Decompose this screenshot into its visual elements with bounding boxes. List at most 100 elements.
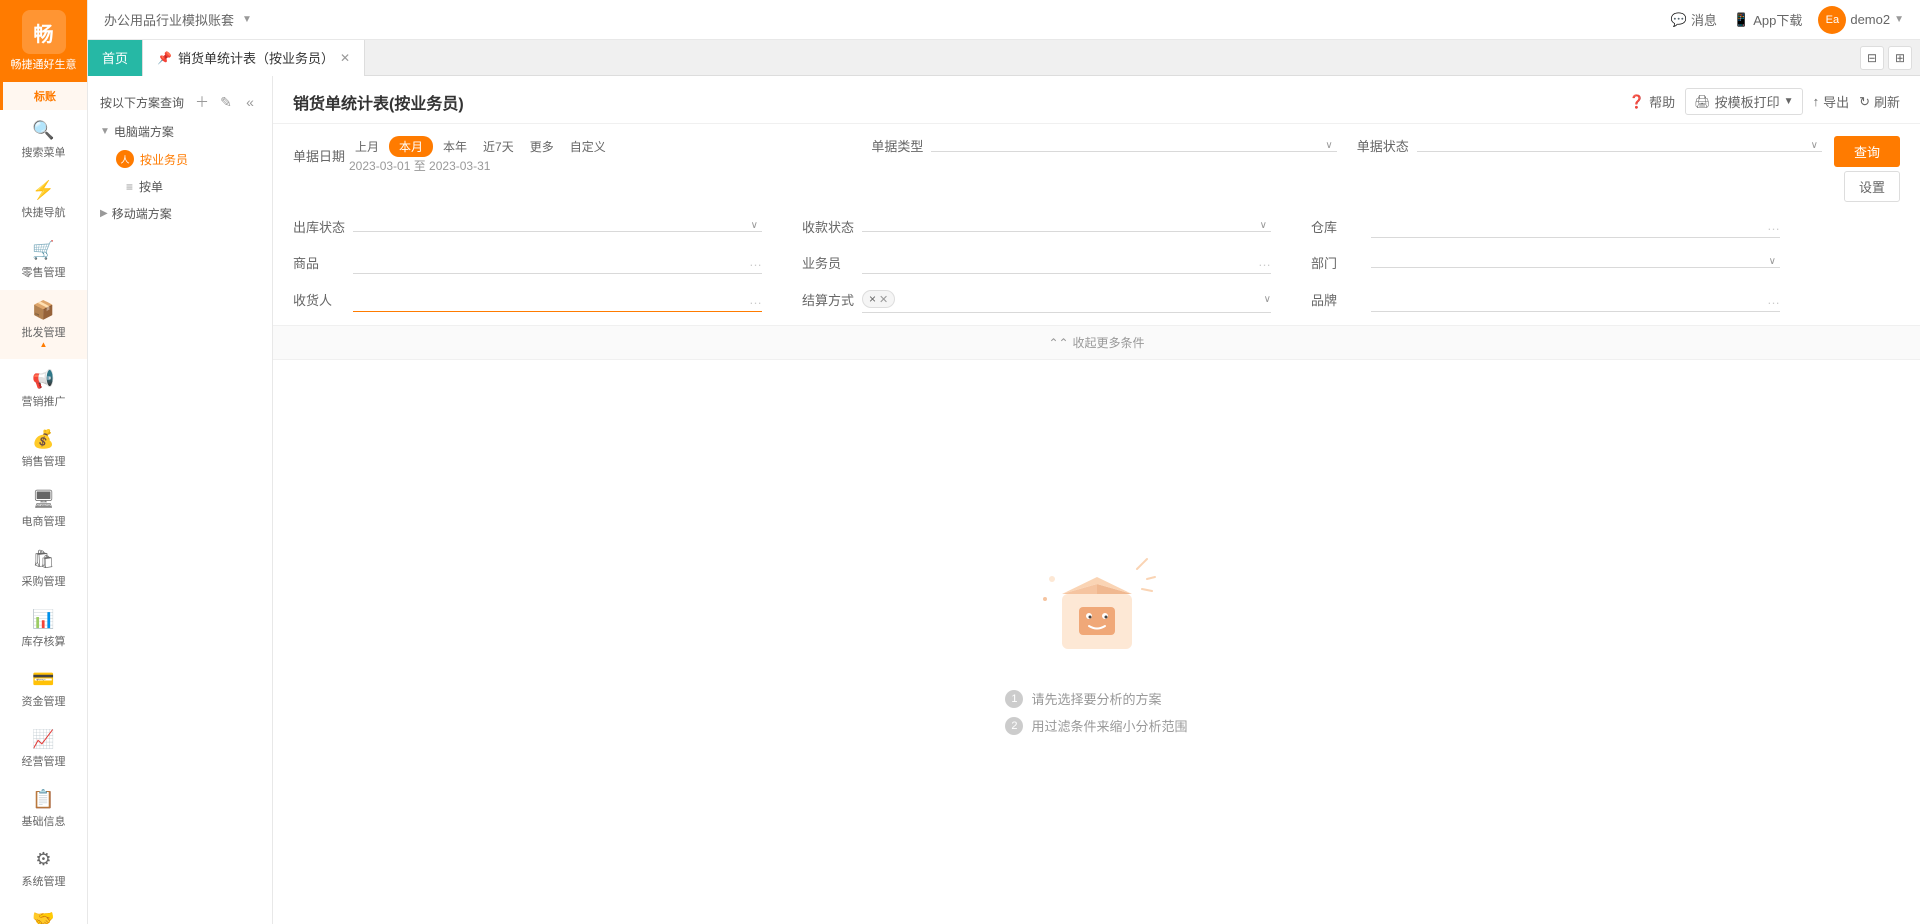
export-label: 导出 — [1823, 92, 1849, 111]
brand-more[interactable]: … — [1767, 292, 1780, 307]
sidebar-item-search[interactable]: 🔍 搜索菜单 — [0, 110, 87, 170]
pc-group-header[interactable]: ▼ 电脑端方案 — [88, 118, 272, 145]
sidebar-ecommerce-label: 电商管理 — [22, 513, 66, 529]
subitem-icon: ≡ — [126, 180, 133, 194]
collapse-panel-btn[interactable]: « — [240, 92, 260, 112]
date-label: 单据日期 — [293, 146, 349, 165]
dept-arrow: ∨ — [1769, 256, 1776, 267]
message-btn[interactable]: 💬 消息 — [1671, 10, 1717, 29]
date-btn-this-year[interactable]: 本年 — [437, 136, 473, 157]
setting-button[interactable]: 设置 — [1844, 171, 1900, 202]
filter-row-2: 出库状态 ∨ 收款状态 ∨ — [293, 214, 1900, 238]
consignee-control[interactable]: … — [353, 288, 762, 312]
brand-control[interactable]: … — [1371, 288, 1780, 312]
scheme-item-by-order[interactable]: ≡ 按单 — [88, 173, 272, 200]
dept-control[interactable]: ∨ — [1371, 256, 1780, 268]
action-buttons: 查询 设置 — [1822, 136, 1900, 202]
date-btn-custom[interactable]: 自定义 — [564, 136, 612, 157]
help-btn[interactable]: ❓ 帮助 — [1629, 92, 1675, 111]
sidebar-item-marketing[interactable]: 📢 营销推广 — [0, 359, 87, 419]
staff-control[interactable]: … — [862, 250, 1271, 274]
tab-maximize-btn[interactable]: ⊞ — [1888, 46, 1912, 70]
mobile-group-header[interactable]: ▶ 移动端方案 — [88, 200, 272, 227]
header-left: 办公用品行业模拟账套 ▼ — [104, 10, 252, 29]
collapse-conditions-btn[interactable]: ⌃⌃ 收起更多条件 — [1048, 334, 1144, 351]
message-label: 消息 — [1691, 10, 1717, 29]
left-panel-actions: ＋ ✎ « — [192, 92, 260, 112]
sidebar-search-label: 搜索菜单 — [22, 144, 66, 160]
page-header: 销货单统计表(按业务员) ❓ 帮助 🖨 按模板打印 ▼ ↑ 导出 — [273, 76, 1920, 124]
refresh-btn[interactable]: ↻ 刷新 — [1859, 92, 1900, 111]
dropdown-icon[interactable]: ▼ — [242, 14, 252, 25]
tab-close-btn[interactable]: ✕ — [340, 51, 350, 65]
marketing-icon: 📢 — [32, 369, 54, 390]
tab-sales-stat[interactable]: 📌 销货单统计表（按业务员） ✕ — [143, 40, 365, 76]
content-area: 按以下方案查询 ＋ ✎ « ▼ 电脑端方案 人 按业务员 ≡ — [88, 76, 1920, 924]
wholesale-icon: 📦 — [32, 300, 54, 321]
sidebar-item-wholesale[interactable]: 📦 批发管理 ▲ — [0, 290, 87, 359]
date-btn-last-7-days[interactable]: 近7天 — [477, 136, 520, 157]
pc-group: ▼ 电脑端方案 人 按业务员 ≡ 按单 — [88, 118, 272, 200]
print-label: 按模板打印 — [1715, 92, 1780, 111]
product-control[interactable]: … — [353, 250, 762, 274]
product-filter: 商品 … — [293, 250, 762, 274]
sidebar-item-retail[interactable]: 🛒 零售管理 — [0, 230, 87, 290]
doc-status-control[interactable]: ∨ — [1417, 140, 1822, 152]
payment-status-control[interactable]: ∨ — [862, 220, 1271, 232]
add-scheme-btn[interactable]: ＋ — [192, 92, 212, 112]
sidebar-item-operation[interactable]: 📈 经营管理 — [0, 719, 87, 779]
sidebar-item-purchase[interactable]: 🛍 采购管理 — [0, 539, 87, 599]
logo-text: 畅捷通好生意 — [11, 58, 77, 72]
date-filter-group: 单据日期 上月 本月 本年 近7天 更多 自定义 2023-03-01 至 20… — [293, 136, 851, 174]
date-btn-last-month[interactable]: 上月 — [349, 136, 385, 157]
sidebar-tab-label[interactable]: 标账 — [0, 82, 87, 110]
date-range-display: 2023-03-01 至 2023-03-31 — [349, 157, 612, 174]
help-label: 帮助 — [1649, 92, 1675, 111]
filter-row-4: 收货人 … 结算方式 × ✕ ∨ — [293, 286, 1900, 313]
left-panel-header: 按以下方案查询 ＋ ✎ « — [88, 86, 272, 118]
page-title: 销货单统计表(按业务员) — [293, 90, 464, 114]
pc-group-arrow: ▼ — [100, 126, 110, 137]
warehouse-control[interactable]: … — [1371, 214, 1780, 238]
settlement-remove-btn[interactable]: ✕ — [879, 293, 888, 306]
step-2-text: 用过滤条件来缩小分析范围 — [1031, 716, 1187, 735]
sidebar-item-enterprise[interactable]: 🤝 企业协同 — [0, 899, 87, 924]
print-btn[interactable]: 🖨 按模板打印 ▼ — [1685, 88, 1802, 115]
user-menu[interactable]: Ea demo2 ▼ — [1818, 6, 1904, 34]
warehouse-more[interactable]: … — [1767, 218, 1780, 233]
sidebar-item-sales[interactable]: 💰 销售管理 — [0, 419, 87, 479]
tabs-right-actions: ⊟ ⊞ — [1860, 46, 1920, 70]
empty-illustration — [1037, 549, 1157, 669]
out-status-label: 出库状态 — [293, 217, 353, 236]
refresh-icon: ↻ — [1859, 94, 1870, 110]
doc-type-control[interactable]: ∨ — [931, 140, 1336, 152]
sidebar-item-ecommerce[interactable]: 🖥 电商管理 — [0, 479, 87, 539]
sidebar-item-shortcut[interactable]: ⚡ 快捷导航 — [0, 170, 87, 230]
app-download-btn[interactable]: 📱 App下载 — [1733, 10, 1802, 29]
sidebar-item-inventory[interactable]: 📊 库存核算 — [0, 599, 87, 659]
filter-area: 单据日期 上月 本月 本年 近7天 更多 自定义 2023-03-01 至 20… — [273, 124, 1920, 326]
account-selector[interactable]: 办公用品行业模拟账套 — [104, 10, 234, 29]
query-button[interactable]: 查询 — [1834, 136, 1900, 167]
sidebar-item-finance[interactable]: 💳 资金管理 — [0, 659, 87, 719]
date-btn-more[interactable]: 更多 — [524, 136, 560, 157]
staff-more[interactable]: … — [1258, 254, 1271, 269]
sidebar-item-basic[interactable]: 📋 基础信息 — [0, 779, 87, 839]
tab-minimize-btn[interactable]: ⊟ — [1860, 46, 1884, 70]
mobile-group: ▶ 移动端方案 — [88, 200, 272, 227]
settlement-control[interactable]: × ✕ ∨ — [862, 286, 1271, 313]
out-status-control[interactable]: ∨ — [353, 220, 762, 232]
top-header: 办公用品行业模拟账套 ▼ 💬 消息 📱 App下载 Ea demo2 ▼ — [88, 0, 1920, 40]
user-dropdown-icon: ▼ — [1894, 14, 1904, 25]
export-btn[interactable]: ↑ 导出 — [1813, 92, 1850, 111]
consignee-more[interactable]: … — [749, 292, 762, 307]
left-panel-title: 按以下方案查询 — [100, 94, 184, 111]
scheme-item-by-staff[interactable]: 人 按业务员 — [88, 145, 272, 173]
sidebar-item-system[interactable]: ⚙ 系统管理 — [0, 839, 87, 899]
sidebar-logo[interactable]: 畅 畅捷通好生意 — [0, 0, 87, 82]
date-btn-this-month[interactable]: 本月 — [389, 136, 433, 157]
tabs-bar: 首页 📌 销货单统计表（按业务员） ✕ ⊟ ⊞ — [88, 40, 1920, 76]
tab-home[interactable]: 首页 — [88, 40, 143, 76]
product-more[interactable]: … — [749, 254, 762, 269]
edit-scheme-btn[interactable]: ✎ — [216, 92, 236, 112]
